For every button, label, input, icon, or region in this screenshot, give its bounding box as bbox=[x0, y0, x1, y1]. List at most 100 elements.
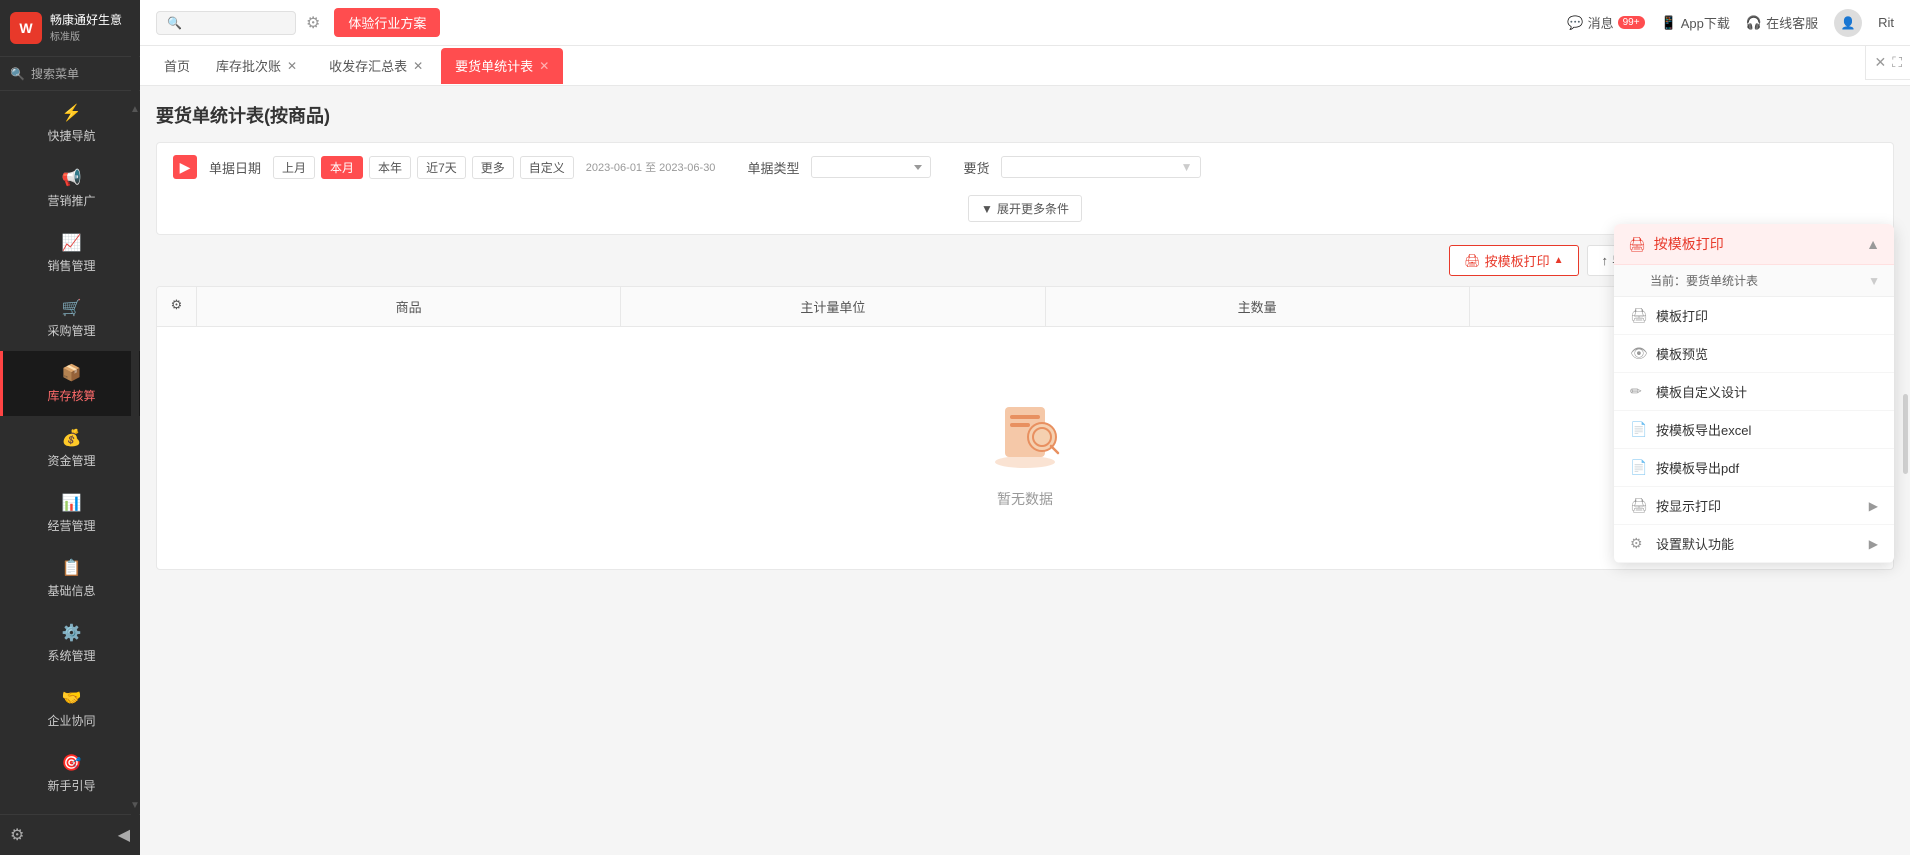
sidebar-nav: ⚡ 快捷导航 📢 营销推广 📈 销售管理 🛒 采购管理 📦 库存核算 💰 资金管… bbox=[0, 91, 140, 814]
tab-order[interactable]: 要货单统计表 ✕ bbox=[441, 48, 563, 84]
headset-icon: 🎧 bbox=[1746, 15, 1762, 31]
basic-icon: 📋 bbox=[62, 558, 82, 578]
order-type-label: 单据类型 bbox=[747, 158, 799, 177]
operation-icon: 📊 bbox=[62, 493, 82, 513]
sidebar-item-appstore[interactable]: 📱 应用中心 bbox=[0, 806, 140, 814]
display-print-arrow: ▶ bbox=[1869, 499, 1878, 513]
sidebar-item-label: 快捷导航 bbox=[47, 127, 95, 144]
dropdown-item-template-print[interactable]: 🖨 模板打印 bbox=[1614, 297, 1894, 335]
order-type-select[interactable] bbox=[811, 156, 931, 178]
sidebar: W 畅康通好生意 标准版 🔍 搜索菜单 ▲ ▼ ⚡ 快捷导航 📢 营销推广 📈 … bbox=[0, 0, 140, 855]
tab-collection-close[interactable]: ✕ bbox=[413, 59, 423, 73]
topbar-search-icon: 🔍 bbox=[167, 16, 182, 30]
sidebar-item-label: 系统管理 bbox=[47, 647, 95, 664]
date-btn-this-month[interactable]: 本月 bbox=[321, 156, 363, 179]
print-icon: 🖨 bbox=[1464, 253, 1481, 269]
tab-batch-close[interactable]: ✕ bbox=[287, 59, 297, 73]
expand-more-icon: ▼ bbox=[981, 202, 993, 216]
dropdown-popup: 🖨 按模板打印 ▲ 当前：要货单统计表 ▼ 🖨 模板打印 👁 模板预览 ✏ bbox=[1614, 224, 1894, 563]
filter-expand-toggle[interactable]: ▶ bbox=[173, 155, 197, 179]
filter-row: ▶ 单据日期 上月 本月 本年 近7天 更多 自定义 2023-06-01 至 … bbox=[173, 155, 1877, 179]
collab-icon: 🤝 bbox=[62, 688, 82, 708]
expand-more-btn[interactable]: ▼ 展开更多条件 bbox=[968, 195, 1082, 222]
sidebar-item-quicknav[interactable]: ⚡ 快捷导航 bbox=[0, 91, 140, 156]
yh-input[interactable]: ▼ bbox=[1001, 156, 1201, 178]
main-area: 🔍 ⚙ 体验行业方案 💬 消息 99+ 📱 App下载 🎧 在线客服 👤 Rit bbox=[140, 0, 1910, 855]
date-btn-7days[interactable]: 近7天 bbox=[417, 156, 466, 179]
print-btn[interactable]: 🖨 按模板打印 ▲ bbox=[1449, 245, 1578, 276]
date-btn-custom[interactable]: 自定义 bbox=[520, 156, 574, 179]
dropdown-current-item[interactable]: 当前：要货单统计表 ▼ bbox=[1614, 265, 1894, 297]
industry-btn[interactable]: 体验行业方案 bbox=[334, 8, 440, 37]
sidebar-item-inventory[interactable]: 📦 库存核算 bbox=[0, 351, 140, 416]
sidebar-item-marketing[interactable]: 📢 营销推广 bbox=[0, 156, 140, 221]
right-scrollbar[interactable] bbox=[1903, 394, 1908, 474]
template-design-label: 模板自定义设计 bbox=[1656, 382, 1878, 401]
sidebar-item-collab[interactable]: 🤝 企业协同 bbox=[0, 676, 140, 741]
settings-gear-icon[interactable]: ⚙ bbox=[10, 825, 24, 845]
dropdown-header: 🖨 按模板打印 ▲ bbox=[1614, 224, 1894, 265]
sidebar-item-guide[interactable]: 🎯 新手引导 bbox=[0, 741, 140, 806]
topbar-gear-icon[interactable]: ⚙ bbox=[306, 13, 320, 33]
date-btn-last-month[interactable]: 上月 bbox=[273, 156, 315, 179]
message-icon: 💬 bbox=[1567, 15, 1583, 31]
dropdown-title-text: 按模板打印 bbox=[1654, 234, 1724, 254]
tab-batch[interactable]: 库存批次账 ✕ bbox=[202, 48, 311, 84]
finance-icon: 💰 bbox=[62, 428, 82, 448]
message-item[interactable]: 💬 消息 99+ bbox=[1567, 13, 1644, 32]
online-service-label: 在线客服 bbox=[1766, 13, 1818, 32]
tab-home[interactable]: 首页 bbox=[156, 50, 198, 81]
sidebar-item-operation[interactable]: 📊 经营管理 bbox=[0, 481, 140, 546]
logo-icon: W bbox=[10, 12, 42, 44]
tab-order-close[interactable]: ✕ bbox=[539, 59, 549, 73]
sidebar-search-item[interactable]: 🔍 搜索菜单 bbox=[0, 57, 140, 91]
template-preview-label: 模板预览 bbox=[1656, 344, 1878, 363]
sidebar-item-system[interactable]: ⚙️ 系统管理 bbox=[0, 611, 140, 676]
purchase-icon: 🛒 bbox=[62, 298, 82, 318]
sidebar-item-sales[interactable]: 📈 销售管理 bbox=[0, 221, 140, 286]
dropdown-item-default-func[interactable]: ⚙ 设置默认功能 ▶ bbox=[1614, 525, 1894, 563]
tab-collection-label: 收发存汇总表 bbox=[329, 56, 407, 75]
sidebar-item-basic[interactable]: 📋 基础信息 bbox=[0, 546, 140, 611]
user-name: Rit bbox=[1878, 15, 1894, 30]
th-quantity: 主数量 bbox=[1046, 287, 1470, 326]
dropdown-close-arrow[interactable]: ▲ bbox=[1866, 236, 1880, 252]
dropdown-item-template-excel[interactable]: 📄 按模板导出excel bbox=[1614, 411, 1894, 449]
tab-collection[interactable]: 收发存汇总表 ✕ bbox=[315, 48, 437, 84]
dropdown-item-template-design[interactable]: ✏ 模板自定义设计 bbox=[1614, 373, 1894, 411]
content-area: 要货单统计表(按商品) ▶ 单据日期 上月 本月 本年 近7天 更多 自定义 2… bbox=[140, 86, 1910, 855]
app-download-item[interactable]: 📱 App下载 bbox=[1661, 13, 1730, 32]
topbar-search-box[interactable]: 🔍 bbox=[156, 11, 296, 35]
guide-icon: 🎯 bbox=[62, 753, 82, 773]
sidebar-collapse-icon[interactable]: ◀ bbox=[118, 825, 130, 845]
system-icon: ⚙️ bbox=[62, 623, 82, 643]
sidebar-item-label: 经营管理 bbox=[47, 517, 95, 534]
th-settings[interactable]: ⚙ bbox=[157, 287, 197, 326]
sidebar-item-finance[interactable]: 💰 资金管理 bbox=[0, 416, 140, 481]
dropdown-title: 🖨 按模板打印 bbox=[1628, 234, 1724, 254]
window-maximize-icon[interactable]: ⛶ bbox=[1892, 54, 1902, 71]
dropdown-item-template-preview[interactable]: 👁 模板预览 bbox=[1614, 335, 1894, 373]
date-btn-this-year[interactable]: 本年 bbox=[369, 156, 411, 179]
marketing-icon: 📢 bbox=[62, 168, 82, 188]
sidebar-item-label: 采购管理 bbox=[47, 322, 95, 339]
display-print-label: 按显示打印 bbox=[1656, 496, 1859, 515]
dropdown-current-label: 当前：要货单统计表 bbox=[1650, 272, 1758, 289]
sidebar-item-label: 资金管理 bbox=[47, 452, 95, 469]
avatar-placeholder: 👤 bbox=[1841, 16, 1856, 30]
user-avatar[interactable]: 👤 bbox=[1834, 9, 1862, 37]
template-preview-icon: 👁 bbox=[1630, 345, 1646, 362]
dropdown-item-display-print[interactable]: 🖨 按显示打印 ▶ bbox=[1614, 487, 1894, 525]
sidebar-item-purchase[interactable]: 🛒 采购管理 bbox=[0, 286, 140, 351]
filter-panel: ▶ 单据日期 上月 本月 本年 近7天 更多 自定义 2023-06-01 至 … bbox=[156, 142, 1894, 235]
template-design-icon: ✏ bbox=[1630, 383, 1646, 400]
template-excel-label: 按模板导出excel bbox=[1656, 420, 1878, 439]
sidebar-item-label: 营销推广 bbox=[47, 192, 95, 209]
window-close-icon[interactable]: ✕ bbox=[1874, 54, 1886, 71]
online-service-item[interactable]: 🎧 在线客服 bbox=[1746, 13, 1818, 32]
dropdown-item-template-pdf[interactable]: 📄 按模板导出pdf bbox=[1614, 449, 1894, 487]
date-btn-more[interactable]: 更多 bbox=[472, 156, 514, 179]
sidebar-item-label: 新手引导 bbox=[47, 777, 95, 794]
page-title: 要货单统计表(按商品) bbox=[156, 102, 1894, 128]
date-range-display: 2023-06-01 至 2023-06-30 bbox=[586, 159, 716, 175]
